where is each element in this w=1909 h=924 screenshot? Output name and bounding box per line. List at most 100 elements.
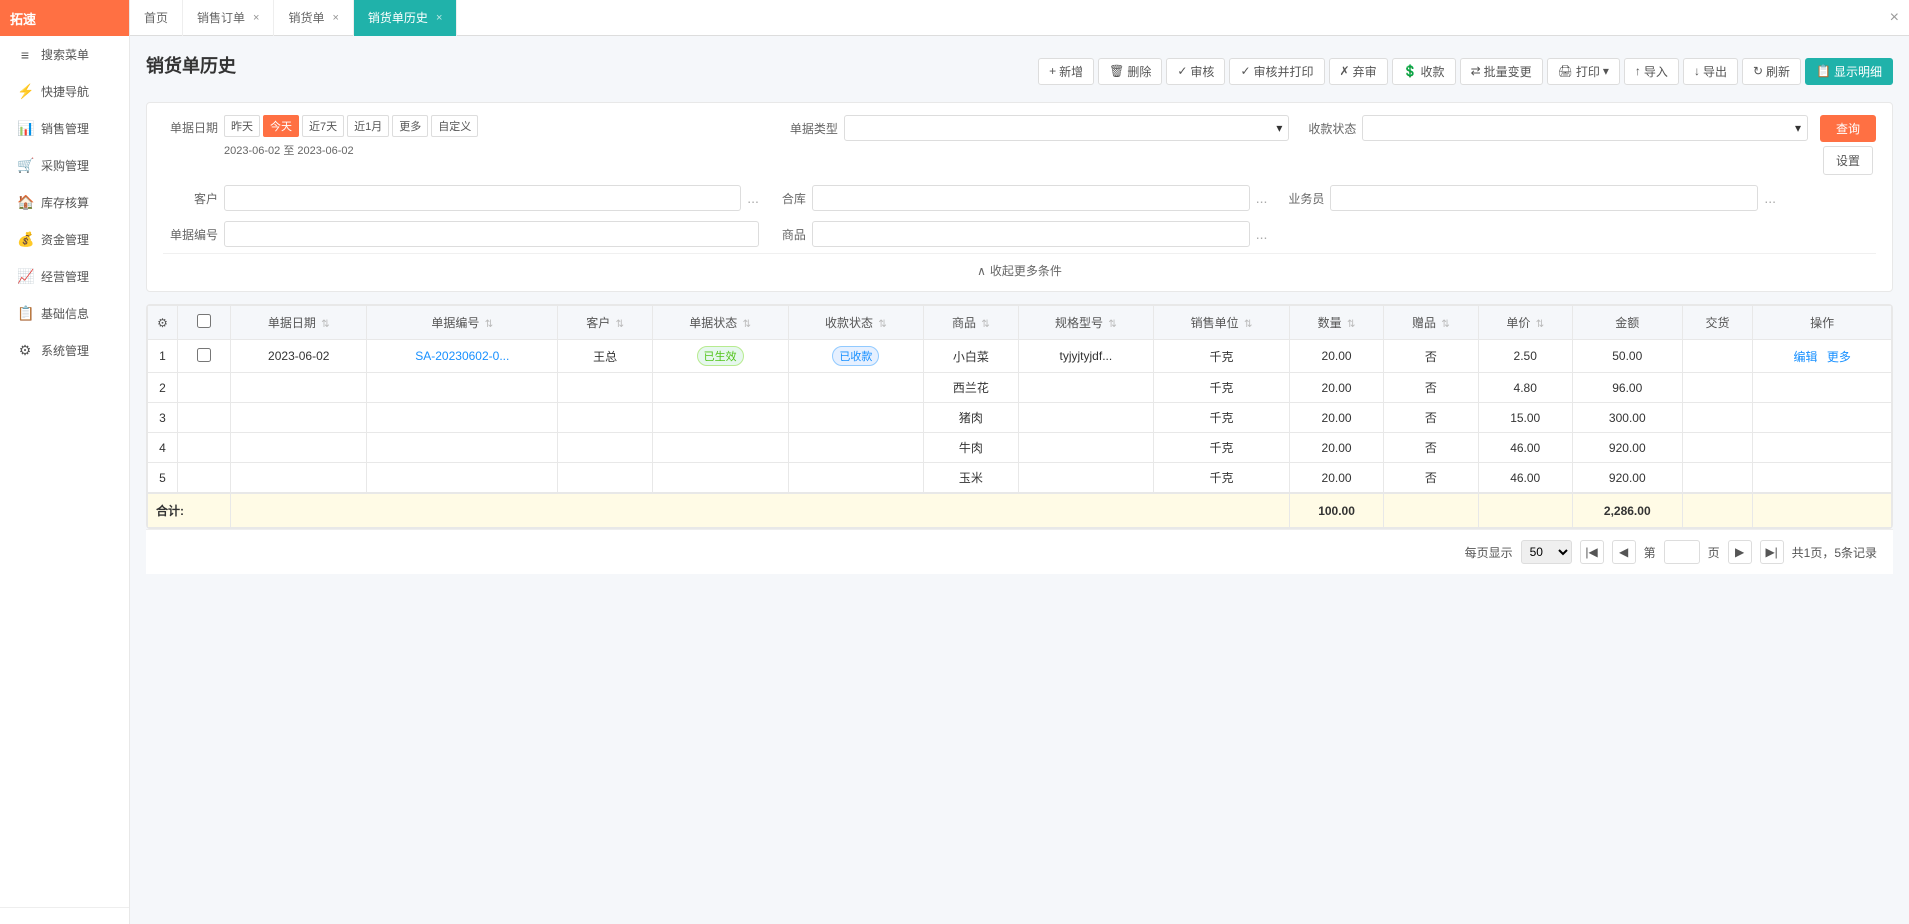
refresh-button[interactable]: ↻ 刷新 <box>1742 58 1801 85</box>
customer-input[interactable] <box>224 185 741 211</box>
row-checkbox-cell[interactable] <box>178 403 231 433</box>
sidebar-item-quick-nav[interactable]: ⚡ 快捷导航 <box>0 73 129 110</box>
row-checkbox-cell[interactable] <box>178 463 231 494</box>
more-action-button[interactable]: 更多 <box>1824 350 1854 364</box>
collect-button[interactable]: 💲 收款 <box>1392 58 1456 85</box>
tab-sales-delivery[interactable]: 销货单 × <box>274 0 353 36</box>
salesperson-dots[interactable]: ... <box>1764 190 1776 206</box>
action-cell[interactable]: 编辑 更多 <box>1753 340 1892 373</box>
th-payment-status[interactable]: 收款状态 ⇅ <box>788 306 924 340</box>
sort-doc-status-icon[interactable]: ⇅ <box>743 319 751 330</box>
doc-type-select[interactable]: ▾ <box>844 115 1290 141</box>
sidebar-item-basic-info[interactable]: 📋 基础信息 <box>0 295 129 332</box>
th-gift[interactable]: 赠品 ⇅ <box>1384 306 1478 340</box>
row-checkbox[interactable] <box>197 348 211 362</box>
row-checkbox-cell[interactable] <box>178 373 231 403</box>
th-settings[interactable]: ⚙ <box>148 306 178 340</box>
th-quantity[interactable]: 数量 ⇅ <box>1289 306 1383 340</box>
sort-quantity-icon[interactable]: ⇅ <box>1347 319 1355 330</box>
salesperson-input[interactable] <box>1330 185 1758 211</box>
action-cell[interactable] <box>1753 373 1892 403</box>
row-checkbox-cell[interactable] <box>178 433 231 463</box>
th-customer[interactable]: 客户 ⇅ <box>558 306 652 340</box>
sidebar-item-system-mgmt[interactable]: ⚙ 系统管理 <box>0 332 129 369</box>
th-unit-price[interactable]: 单价 ⇅ <box>1478 306 1572 340</box>
audit-button[interactable]: ✓ 审核 <box>1166 58 1225 85</box>
sort-unit-price-icon[interactable]: ⇅ <box>1536 319 1544 330</box>
select-all-checkbox[interactable] <box>197 314 211 328</box>
tab-close-sales-order[interactable]: × <box>253 12 259 24</box>
first-page-button[interactable]: |◀ <box>1580 540 1604 564</box>
date-filter-today[interactable]: 今天 <box>263 115 299 137</box>
query-button[interactable]: 查询 <box>1820 115 1876 142</box>
close-all-tabs-button[interactable]: × <box>1880 9 1909 27</box>
sort-payment-status-icon[interactable]: ⇅ <box>878 319 886 330</box>
doc-num-cell[interactable] <box>367 463 558 494</box>
warehouse-input[interactable] <box>812 185 1250 211</box>
sort-goods-icon[interactable]: ⇅ <box>981 319 989 330</box>
th-doc-num[interactable]: 单据编号 ⇅ <box>367 306 558 340</box>
doc-num-cell[interactable]: SA-20230602-0... <box>367 340 558 373</box>
th-doc-status[interactable]: 单据状态 ⇅ <box>652 306 788 340</box>
tab-close-sales-delivery[interactable]: × <box>332 12 338 24</box>
table-row[interactable]: 2 西兰花 千克 20.00 否 4.80 96.00 <box>148 373 1892 403</box>
abandon-button[interactable]: ✗ 弃审 <box>1329 58 1388 85</box>
sort-spec-icon[interactable]: ⇅ <box>1108 319 1116 330</box>
action-cell[interactable] <box>1753 463 1892 494</box>
sort-customer-icon[interactable]: ⇅ <box>616 319 624 330</box>
th-spec[interactable]: 规格型号 ⇅ <box>1018 306 1154 340</box>
export-button[interactable]: ↓ 导出 <box>1683 58 1738 85</box>
table-row[interactable]: 1 2023-06-02 SA-20230602-0... 王总 已生效 已收款… <box>148 340 1892 373</box>
date-filter-yesterday[interactable]: 昨天 <box>224 115 260 137</box>
doc-num-cell[interactable] <box>367 373 558 403</box>
th-doc-date[interactable]: 单据日期 ⇅ <box>231 306 367 340</box>
tab-home[interactable]: 首页 <box>130 0 183 36</box>
th-checkbox[interactable] <box>178 306 231 340</box>
sort-doc-num-icon[interactable]: ⇅ <box>485 319 493 330</box>
warehouse-dots[interactable]: ... <box>1256 190 1268 206</box>
sidebar-item-operations[interactable]: 📈 经营管理 <box>0 258 129 295</box>
goods-input[interactable] <box>812 221 1250 247</box>
batch-change-button[interactable]: ⇄ 批量变更 <box>1460 58 1543 85</box>
date-filter-1month[interactable]: 近1月 <box>347 115 389 137</box>
collapse-button[interactable]: ∧ 收起更多条件 <box>163 253 1876 279</box>
audit-print-button[interactable]: ✓ 审核并打印 <box>1229 58 1324 85</box>
date-filter-custom[interactable]: 自定义 <box>431 115 478 137</box>
table-row[interactable]: 3 猪肉 千克 20.00 否 15.00 300.00 <box>148 403 1892 433</box>
edit-action-button[interactable]: 编辑 <box>1790 350 1820 364</box>
add-button[interactable]: + 新增 <box>1038 58 1094 85</box>
date-filter-7days[interactable]: 近7天 <box>302 115 344 137</box>
sidebar-item-sales-mgmt[interactable]: 📊 销售管理 <box>0 110 129 147</box>
page-number-input[interactable]: 1 <box>1664 540 1700 564</box>
sidebar-item-inventory[interactable]: 🏠 库存核算 <box>0 184 129 221</box>
action-cell[interactable] <box>1753 433 1892 463</box>
import-button[interactable]: ↑ 导入 <box>1624 58 1679 85</box>
th-goods[interactable]: 商品 ⇅ <box>924 306 1018 340</box>
prev-page-button[interactable]: ◀ <box>1612 540 1636 564</box>
goods-dots[interactable]: ... <box>1256 226 1268 242</box>
date-filter-more[interactable]: 更多 <box>392 115 428 137</box>
action-cell[interactable] <box>1753 403 1892 433</box>
tab-close-sales-history[interactable]: × <box>436 12 442 24</box>
table-row[interactable]: 4 牛肉 千克 20.00 否 46.00 920.00 <box>148 433 1892 463</box>
doc-num-cell[interactable] <box>367 433 558 463</box>
customer-dots[interactable]: ... <box>747 190 759 206</box>
sort-gift-icon[interactable]: ⇅ <box>1441 319 1449 330</box>
sort-sales-unit-icon[interactable]: ⇅ <box>1244 319 1252 330</box>
doc-num-input[interactable] <box>224 221 759 247</box>
row-checkbox-cell[interactable] <box>178 340 231 373</box>
payment-status-select[interactable]: ▾ <box>1362 115 1808 141</box>
last-page-button[interactable]: ▶| <box>1760 540 1784 564</box>
show-detail-button[interactable]: 📋 显示明细 <box>1805 58 1893 85</box>
th-sales-unit[interactable]: 销售单位 ⇅ <box>1154 306 1290 340</box>
per-page-select[interactable]: 50 100 200 <box>1521 540 1572 564</box>
tab-sales-order[interactable]: 销售订单 × <box>183 0 274 36</box>
sort-doc-date-icon[interactable]: ⇅ <box>321 319 329 330</box>
sidebar-item-search-menu[interactable]: ≡ 搜索菜单 <box>0 36 129 73</box>
settings-button[interactable]: 设置 <box>1823 146 1873 175</box>
print-button[interactable]: 🖨 打印 ▾ <box>1547 58 1620 85</box>
sidebar-item-purchase-mgmt[interactable]: 🛒 采购管理 <box>0 147 129 184</box>
next-page-button[interactable]: ▶ <box>1728 540 1752 564</box>
doc-num-cell[interactable] <box>367 403 558 433</box>
delete-button[interactable]: 🗑 删除 <box>1098 58 1162 85</box>
